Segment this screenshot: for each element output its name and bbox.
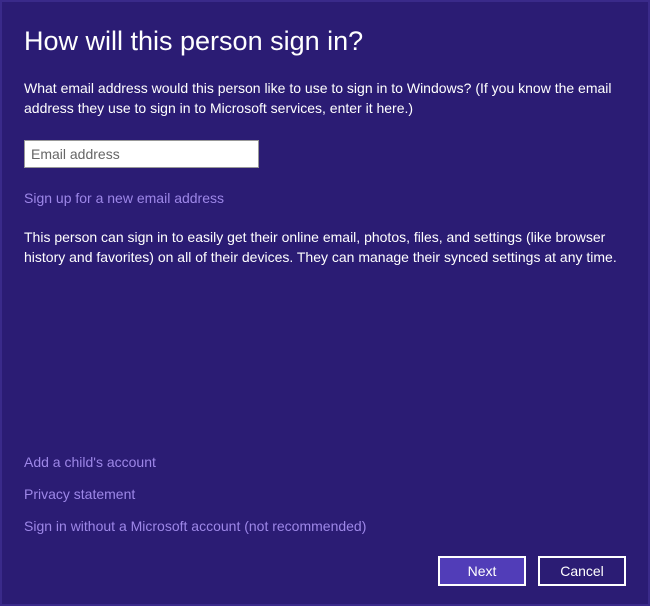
email-field[interactable] <box>24 140 259 168</box>
add-child-link[interactable]: Add a child's account <box>24 454 366 470</box>
bottom-links: Add a child's account Privacy statement … <box>24 438 366 534</box>
next-button[interactable]: Next <box>438 556 526 586</box>
description-text: What email address would this person lik… <box>24 79 626 118</box>
cancel-button[interactable]: Cancel <box>538 556 626 586</box>
no-account-link[interactable]: Sign in without a Microsoft account (not… <box>24 518 366 534</box>
page-title: How will this person sign in? <box>24 26 626 57</box>
signin-dialog: How will this person sign in? What email… <box>0 0 650 606</box>
privacy-link[interactable]: Privacy statement <box>24 486 366 502</box>
info-text: This person can sign in to easily get th… <box>24 228 626 267</box>
signup-link[interactable]: Sign up for a new email address <box>24 190 224 206</box>
button-row: Next Cancel <box>438 556 626 586</box>
